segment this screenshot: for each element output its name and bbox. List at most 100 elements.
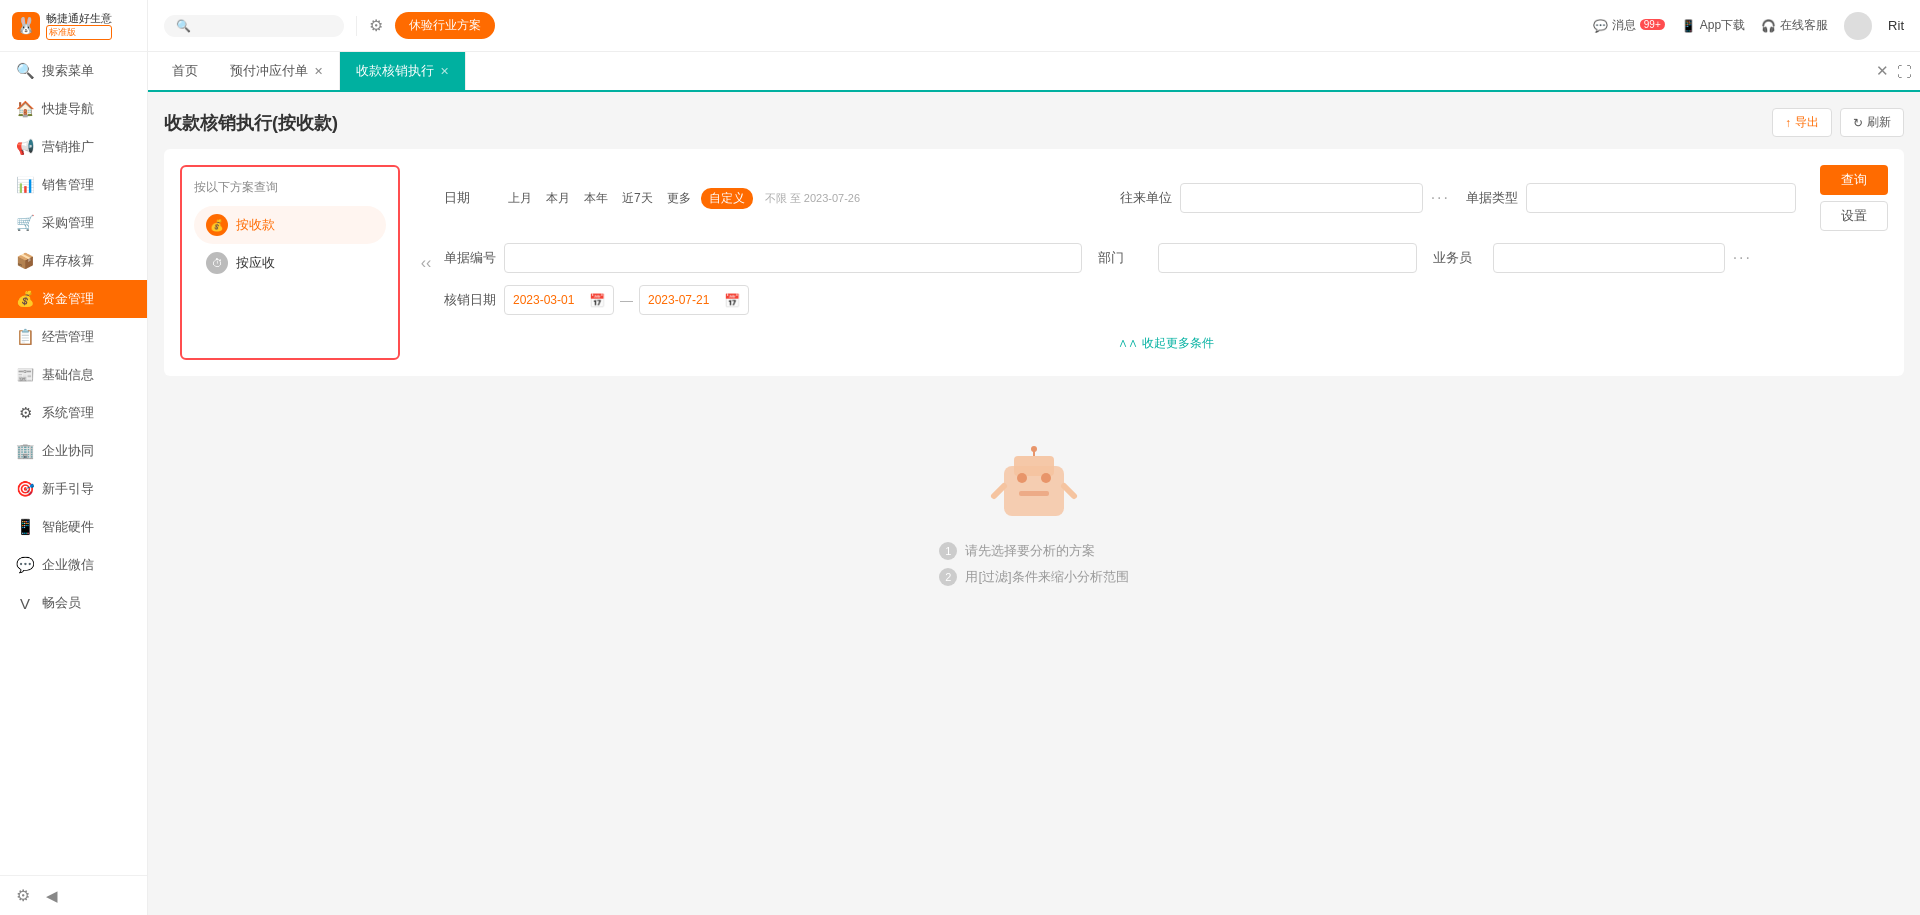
sidebar-item-smart-hw[interactable]: 📱 智能硬件 [0,508,147,546]
writeoff-date-picker: 2023-03-01 📅 — 2023-07-21 📅 [504,285,749,315]
inventory-icon: 📦 [16,252,34,270]
sidebar-item-search[interactable]: 🔍 搜索菜单 [0,52,147,90]
settings-bottom-icon[interactable]: ⚙ [16,886,30,905]
date-shortcuts: 上月 本月 本年 近7天 更多 自定义 不限 至 2023-07-26 [504,188,860,209]
message-item[interactable]: 💬 消息 99+ [1593,17,1665,34]
app-name: 畅捷通好生意 [46,11,112,25]
page-title: 收款核销执行(按收款) [164,111,338,135]
salesperson-more-icon[interactable]: ··· [1733,249,1752,267]
collapse-sidebar-icon[interactable]: ◀ [46,887,58,905]
set-button[interactable]: 设置 [1820,201,1888,231]
date-separator: — [620,293,633,308]
counterparty-more-icon[interactable]: ··· [1431,189,1450,207]
sidebar-item-purchase[interactable]: 🛒 采购管理 [0,204,147,242]
tab-prepay[interactable]: 预付冲应付单 ✕ [214,52,340,90]
salesperson-label: 业务员 [1433,249,1485,267]
online-service-item[interactable]: 🎧 在线客服 [1761,17,1828,34]
app-download-item[interactable]: 📱 App下载 [1681,17,1745,34]
query-button[interactable]: 查询 [1820,165,1888,195]
dept-select[interactable] [1158,243,1417,273]
this-year-btn[interactable]: 本年 [580,188,612,209]
sidebar-item-management[interactable]: 📋 经营管理 [0,318,147,356]
counterparty-input[interactable] [1180,183,1423,213]
sidebar-item-marketing[interactable]: 📢 营销推广 [0,128,147,166]
sales-icon: 📊 [16,176,34,194]
service-icon: 🎧 [1761,19,1776,33]
enterprise-icon: 🏢 [16,442,34,460]
prepay-tab-close-icon[interactable]: ✕ [314,65,323,78]
counterparty-label: 往来单位 [1120,189,1172,207]
funds-icon: 💰 [16,290,34,308]
sidebar-label-management: 经营管理 [42,328,94,346]
by-receipt-icon: 💰 [206,214,228,236]
export-button[interactable]: ↑ 导出 [1772,108,1832,137]
dept-group: 部门 [1098,243,1417,273]
page-header: 收款核销执行(按收款) ↑ 导出 ↻ 刷新 [164,108,1904,137]
receipt-writeoff-tab-close-icon[interactable]: ✕ [440,65,449,78]
tab-close-button[interactable]: ✕ [1876,62,1889,80]
salesperson-group: 业务员 ··· [1433,243,1752,273]
last-month-btn[interactable]: 上月 [504,188,536,209]
sidebar-item-system[interactable]: ⚙ 系统管理 [0,394,147,432]
system-icon: ⚙ [16,404,34,422]
svg-line-8 [1064,486,1074,496]
sidebar-item-sales[interactable]: 📊 销售管理 [0,166,147,204]
sidebar-item-enterprise[interactable]: 🏢 企业协同 [0,432,147,470]
collapse-conditions-button[interactable]: ∧∧ 收起更多条件 [444,327,1888,360]
svg-point-2 [1017,473,1027,483]
sidebar-label-inventory: 库存核算 [42,252,94,270]
refresh-button[interactable]: ↻ 刷新 [1840,108,1904,137]
prepay-tab-label: 预付冲应付单 [230,62,308,80]
sidebar-label-sales: 销售管理 [42,176,94,194]
filter-collapse-left-button[interactable]: ‹‹ [416,165,436,360]
empty-state: 1 请先选择要分析的方案 2 用[过滤]条件来缩小分析范围 [164,376,1904,646]
topbar: 🔍 ⚙ 休验行业方案 💬 消息 99+ 📱 App下载 🎧 在线客服 Rit [148,0,1920,52]
topbar-search[interactable]: 🔍 [164,15,344,37]
filter-form: 日期 上月 本月 本年 近7天 更多 自定义 不限 至 2023-07-26 [444,165,1888,360]
more-date-btn[interactable]: 更多 [663,188,695,209]
sidebar-item-guide[interactable]: 🎯 新手引导 [0,470,147,508]
doc-no-input[interactable] [504,243,1082,273]
date-range-text: 不限 至 2023-07-26 [765,191,860,206]
wechat-icon: 💬 [16,556,34,574]
sidebar-item-quick-nav[interactable]: 🏠 快捷导航 [0,90,147,128]
user-avatar[interactable] [1844,12,1872,40]
custom-date-btn[interactable]: 自定义 [701,188,753,209]
this-month-btn[interactable]: 本月 [542,188,574,209]
topbar-right: 💬 消息 99+ 📱 App下载 🎧 在线客服 Rit [1593,12,1904,40]
svg-point-6 [1031,446,1037,452]
sidebar-label-smart-hw: 智能硬件 [42,518,94,536]
sidebar-item-funds[interactable]: 💰 资金管理 [0,280,147,318]
filter-option-by-receipt[interactable]: 💰 按收款 [194,206,386,244]
online-service-label: 在线客服 [1780,17,1828,34]
sidebar-label-enterprise: 企业协同 [42,442,94,460]
main-area: 🔍 ⚙ 休验行业方案 💬 消息 99+ 📱 App下载 🎧 在线客服 Rit [148,0,1920,915]
filter-option-by-receivable[interactable]: ⏱ 按应收 [194,244,386,282]
sidebar-item-wechat[interactable]: 💬 企业微信 [0,546,147,584]
sidebar-label-basic-info: 基础信息 [42,366,94,384]
by-receivable-label: 按应收 [236,254,275,272]
tab-expand-button[interactable]: ⛶ [1897,63,1912,80]
doc-no-group: 单据编号 [444,243,1082,273]
smart-hw-icon: 📱 [16,518,34,536]
doc-type-select[interactable] [1526,183,1796,213]
doc-no-label: 单据编号 [444,249,496,267]
tab-home[interactable]: 首页 [156,52,214,90]
writeoff-date-label: 核销日期 [444,291,496,309]
tab-receipt-writeoff[interactable]: 收款核销执行 ✕ [340,52,466,90]
industry-solution-button[interactable]: 休验行业方案 [395,12,495,39]
app-edition: 标准版 [46,25,112,40]
writeoff-end-date[interactable]: 2023-07-21 📅 [639,285,749,315]
sidebar-item-inventory[interactable]: 📦 库存核算 [0,242,147,280]
empty-svg [984,436,1084,526]
sidebar-item-vip[interactable]: V 畅会员 [0,584,147,622]
sidebar-label-wechat: 企业微信 [42,556,94,574]
sidebar-item-basic-info[interactable]: 📰 基础信息 [0,356,147,394]
svg-rect-1 [1014,456,1054,476]
last-7days-btn[interactable]: 近7天 [618,188,657,209]
hint-num-1: 1 [939,542,957,560]
writeoff-start-date[interactable]: 2023-03-01 📅 [504,285,614,315]
filter-panel: 按以下方案查询 💰 按收款 ⏱ 按应收 ‹‹ 日期 [164,149,1904,376]
topbar-gear-icon[interactable]: ⚙ [369,16,383,35]
salesperson-input[interactable] [1493,243,1725,273]
